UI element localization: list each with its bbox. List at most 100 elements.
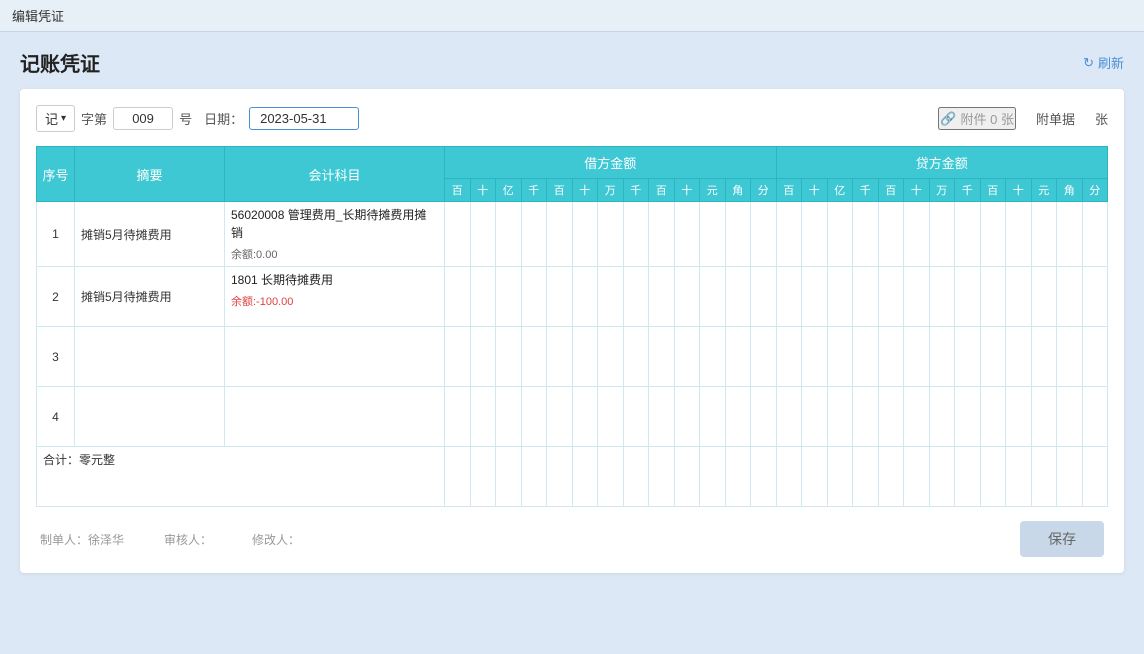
cell-debit-1[interactable] bbox=[470, 202, 496, 267]
cell-credit-4[interactable] bbox=[878, 387, 904, 447]
cell-credit-7[interactable] bbox=[955, 387, 981, 447]
cell-credit-11[interactable] bbox=[1057, 202, 1083, 267]
cell-summary[interactable]: 摊销5月待摊费用 bbox=[75, 267, 225, 327]
cell-debit-7[interactable] bbox=[623, 327, 649, 387]
date-input[interactable] bbox=[249, 107, 359, 130]
cell-debit-9[interactable] bbox=[674, 387, 700, 447]
cell-debit-4[interactable] bbox=[547, 202, 573, 267]
cell-debit-6[interactable] bbox=[598, 387, 624, 447]
cell-debit-12[interactable] bbox=[751, 267, 777, 327]
cell-debit-0[interactable] bbox=[445, 202, 471, 267]
cell-debit-12[interactable] bbox=[751, 327, 777, 387]
cell-credit-1[interactable] bbox=[802, 387, 828, 447]
cell-credit-12[interactable] bbox=[1082, 267, 1108, 327]
cell-account[interactable] bbox=[225, 327, 445, 387]
cell-credit-2[interactable] bbox=[827, 202, 853, 267]
cell-debit-10[interactable] bbox=[700, 267, 726, 327]
cell-credit-3[interactable] bbox=[853, 327, 879, 387]
cell-debit-5[interactable] bbox=[572, 202, 598, 267]
cell-debit-2[interactable] bbox=[496, 202, 522, 267]
cell-credit-2[interactable] bbox=[827, 327, 853, 387]
cell-debit-0[interactable] bbox=[445, 267, 471, 327]
cell-credit-10[interactable] bbox=[1031, 387, 1057, 447]
cell-credit-3[interactable] bbox=[853, 387, 879, 447]
cell-debit-6[interactable] bbox=[598, 202, 624, 267]
cell-debit-1[interactable] bbox=[470, 327, 496, 387]
cell-debit-3[interactable] bbox=[521, 327, 547, 387]
cell-debit-1[interactable] bbox=[470, 267, 496, 327]
cell-debit-7[interactable] bbox=[623, 387, 649, 447]
cell-debit-9[interactable] bbox=[674, 202, 700, 267]
cell-debit-0[interactable] bbox=[445, 327, 471, 387]
cell-credit-0[interactable] bbox=[776, 387, 802, 447]
cell-debit-12[interactable] bbox=[751, 202, 777, 267]
cell-summary[interactable] bbox=[75, 327, 225, 387]
cell-debit-3[interactable] bbox=[521, 387, 547, 447]
cell-debit-8[interactable] bbox=[649, 267, 675, 327]
cell-credit-5[interactable] bbox=[904, 202, 930, 267]
cell-credit-8[interactable] bbox=[980, 327, 1006, 387]
type-select-btn[interactable]: 记 ▾ bbox=[36, 105, 75, 132]
cell-credit-11[interactable] bbox=[1057, 387, 1083, 447]
cell-debit-11[interactable] bbox=[725, 202, 751, 267]
cell-debit-6[interactable] bbox=[598, 267, 624, 327]
cell-debit-2[interactable] bbox=[496, 327, 522, 387]
cell-credit-3[interactable] bbox=[853, 267, 879, 327]
cell-debit-6[interactable] bbox=[598, 327, 624, 387]
cell-debit-0[interactable] bbox=[445, 387, 471, 447]
refresh-button[interactable]: ↻ 刷新 bbox=[1083, 53, 1124, 72]
cell-credit-12[interactable] bbox=[1082, 327, 1108, 387]
cell-credit-5[interactable] bbox=[904, 327, 930, 387]
cell-credit-6[interactable] bbox=[929, 387, 955, 447]
cell-credit-5[interactable] bbox=[904, 387, 930, 447]
cell-credit-9[interactable] bbox=[1006, 327, 1032, 387]
cell-debit-9[interactable] bbox=[674, 267, 700, 327]
cell-debit-9[interactable] bbox=[674, 327, 700, 387]
cell-debit-8[interactable] bbox=[649, 387, 675, 447]
cell-credit-4[interactable] bbox=[878, 202, 904, 267]
cell-debit-1[interactable] bbox=[470, 387, 496, 447]
cell-credit-11[interactable] bbox=[1057, 327, 1083, 387]
cell-credit-6[interactable] bbox=[929, 202, 955, 267]
cell-debit-2[interactable] bbox=[496, 267, 522, 327]
cell-credit-4[interactable] bbox=[878, 267, 904, 327]
cell-debit-3[interactable] bbox=[521, 202, 547, 267]
cell-debit-7[interactable] bbox=[623, 267, 649, 327]
cell-debit-3[interactable] bbox=[521, 267, 547, 327]
cell-debit-10[interactable] bbox=[700, 387, 726, 447]
cell-credit-11[interactable] bbox=[1057, 267, 1083, 327]
cell-account[interactable] bbox=[225, 387, 445, 447]
cell-credit-7[interactable] bbox=[955, 202, 981, 267]
cell-debit-8[interactable] bbox=[649, 202, 675, 267]
cell-credit-6[interactable] bbox=[929, 267, 955, 327]
cell-credit-7[interactable] bbox=[955, 267, 981, 327]
cell-credit-0[interactable] bbox=[776, 267, 802, 327]
cell-credit-7[interactable] bbox=[955, 327, 981, 387]
cell-credit-12[interactable] bbox=[1082, 387, 1108, 447]
cell-credit-2[interactable] bbox=[827, 267, 853, 327]
cell-credit-0[interactable] bbox=[776, 202, 802, 267]
cell-debit-4[interactable] bbox=[547, 267, 573, 327]
cell-debit-11[interactable] bbox=[725, 327, 751, 387]
cell-debit-5[interactable] bbox=[572, 267, 598, 327]
cell-credit-12[interactable] bbox=[1082, 202, 1108, 267]
cell-credit-10[interactable] bbox=[1031, 267, 1057, 327]
cell-debit-8[interactable] bbox=[649, 327, 675, 387]
cell-debit-7[interactable] bbox=[623, 202, 649, 267]
cell-credit-1[interactable] bbox=[802, 202, 828, 267]
cell-credit-1[interactable] bbox=[802, 267, 828, 327]
attach-single-btn[interactable]: 附单据 bbox=[1036, 109, 1075, 128]
cell-credit-10[interactable] bbox=[1031, 327, 1057, 387]
cell-debit-4[interactable] bbox=[547, 387, 573, 447]
voucher-number-input[interactable] bbox=[113, 107, 173, 130]
cell-credit-3[interactable] bbox=[853, 202, 879, 267]
cell-debit-11[interactable] bbox=[725, 387, 751, 447]
save-button[interactable]: 保存 bbox=[1020, 521, 1104, 557]
cell-credit-0[interactable] bbox=[776, 327, 802, 387]
cell-debit-5[interactable] bbox=[572, 327, 598, 387]
cell-summary[interactable] bbox=[75, 387, 225, 447]
cell-debit-11[interactable] bbox=[725, 267, 751, 327]
cell-debit-12[interactable] bbox=[751, 387, 777, 447]
cell-debit-10[interactable] bbox=[700, 327, 726, 387]
cell-debit-4[interactable] bbox=[547, 327, 573, 387]
